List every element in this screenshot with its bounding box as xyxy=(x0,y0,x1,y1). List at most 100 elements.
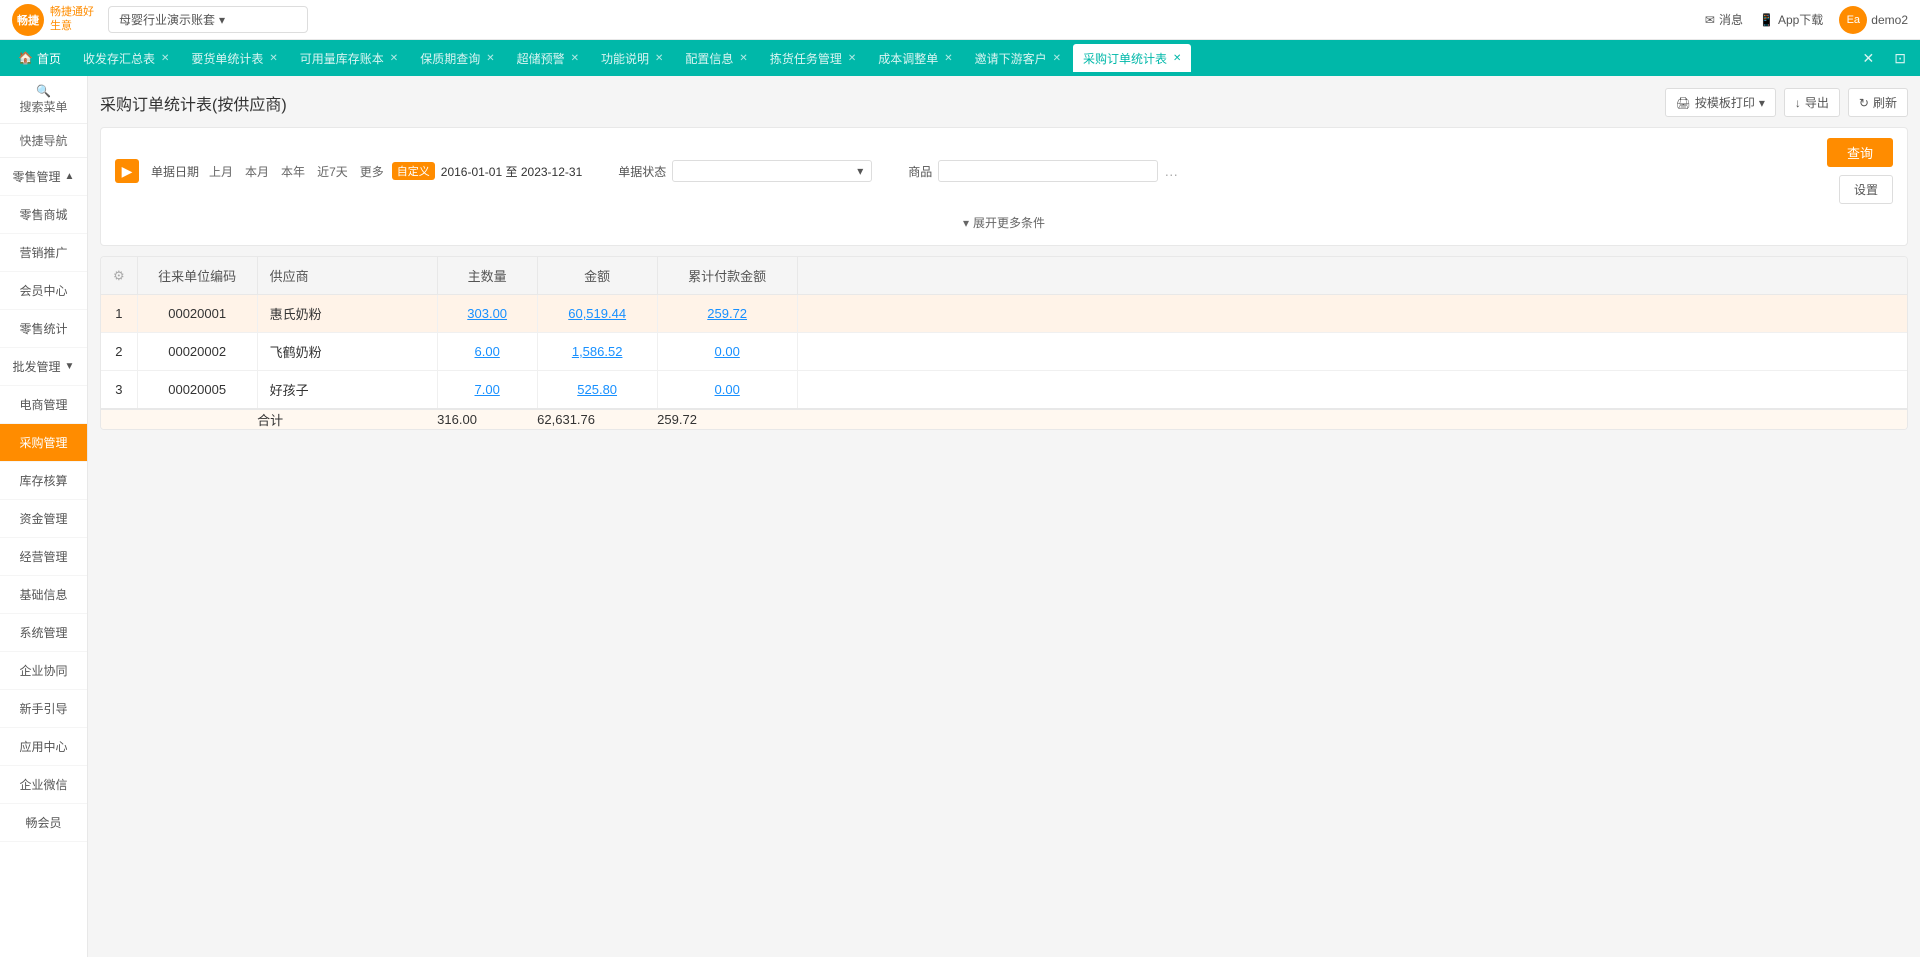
tab-close-function[interactable]: ✕ xyxy=(655,53,663,64)
filter-status-label: 单据状态 xyxy=(618,163,666,180)
table-col-amount: 金额 xyxy=(537,257,657,295)
tab-close-validity[interactable]: ✕ xyxy=(486,53,494,64)
refresh-button[interactable]: ↻ 刷新 xyxy=(1848,88,1908,117)
row-amount: 525.80 xyxy=(537,371,657,410)
tab-cost[interactable]: 成本调整单 ✕ xyxy=(868,44,962,72)
row-num: 2 xyxy=(101,333,137,371)
row-qty: 7.00 xyxy=(437,371,537,410)
table-container: ⚙ 往来单位编码 供应商 主数量 金额 累计付款金额 1 00020001 xyxy=(100,256,1908,430)
filter-goods-item: 商品 … xyxy=(908,160,1178,182)
settings-button[interactable]: 设置 xyxy=(1839,175,1893,204)
row-supplier: 好孩子 xyxy=(257,371,437,410)
export-button[interactable]: ↓ 导出 xyxy=(1784,88,1840,117)
row-num: 1 xyxy=(101,295,137,333)
filter-goods-input[interactable] xyxy=(938,160,1158,182)
date-shortcut-this-year[interactable]: 本年 xyxy=(277,161,309,182)
query-button[interactable]: 查询 xyxy=(1827,138,1893,167)
tab-requisition[interactable]: 要货单统计表 ✕ xyxy=(181,44,287,72)
app-download-button[interactable]: 📱 App下载 xyxy=(1759,11,1823,28)
sidebar-item-member[interactable]: 会员中心 xyxy=(0,272,87,310)
search-icon: 🔍 xyxy=(36,84,51,98)
tab-overstock[interactable]: 超储预警 ✕ xyxy=(507,44,589,72)
tab-collection[interactable]: 收发存汇总表 ✕ xyxy=(73,44,179,72)
table-row[interactable]: 1 00020001 惠氏奶粉 303.00 60,519.44 259.72 xyxy=(101,295,1907,333)
tab-picking[interactable]: 拣货任务管理 ✕ xyxy=(760,44,866,72)
workspace-chevron-icon: ▾ xyxy=(219,13,225,27)
table-header-row: ⚙ 往来单位编码 供应商 主数量 金额 累计付款金额 xyxy=(101,257,1907,295)
tab-purchase-stat[interactable]: 采购订单统计表 ✕ xyxy=(1073,44,1191,72)
user-menu[interactable]: Ea demo2 xyxy=(1839,6,1908,34)
sidebar-search[interactable]: 🔍 搜索菜单 xyxy=(0,76,87,124)
filter-status-item: 单据状态 ▾ xyxy=(618,160,872,182)
tab-validity[interactable]: 保质期查询 ✕ xyxy=(410,44,504,72)
sidebar-item-label-retail-stat: 零售统计 xyxy=(19,322,67,336)
sidebar-item-inventory[interactable]: 库存核算 xyxy=(0,462,87,500)
date-custom-badge[interactable]: 自定义 xyxy=(392,162,435,180)
row-paid: 0.00 xyxy=(657,371,797,410)
date-shortcut-7days[interactable]: 近7天 xyxy=(313,161,352,182)
sidebar-item-wholesale[interactable]: 批发管理 ▼ xyxy=(0,348,87,386)
tab-close-requisition[interactable]: ✕ xyxy=(269,53,277,64)
tab-available[interactable]: 可用量库存账本 ✕ xyxy=(290,44,408,72)
date-shortcut-this-month[interactable]: 本月 xyxy=(241,161,273,182)
table-col-settings: ⚙ xyxy=(101,257,137,295)
sidebar-item-appstore[interactable]: 应用中心 xyxy=(0,728,87,766)
sidebar-item-label-marketing: 营销推广 xyxy=(19,246,67,260)
table-footer-row: 合计 316.00 62,631.76 259.72 xyxy=(101,409,1907,429)
sidebar-item-wechat[interactable]: 企业微信 xyxy=(0,766,87,804)
sidebar-quick-nav[interactable]: 快捷导航 xyxy=(0,124,87,158)
sidebar-item-label-system: 系统管理 xyxy=(19,626,67,640)
template-print-button[interactable]: 🖨 按模板打印 ▾ xyxy=(1665,88,1776,117)
date-shortcut-last-month[interactable]: 上月 xyxy=(205,161,237,182)
filter-status-select[interactable]: ▾ xyxy=(672,160,872,182)
expand-more-button[interactable]: ▾ 展开更多条件 xyxy=(963,214,1045,231)
sidebar-item-purchase[interactable]: 采购管理 xyxy=(0,424,87,462)
footer-qty: 316.00 xyxy=(437,409,537,429)
sidebar-item-system[interactable]: 系统管理 xyxy=(0,614,87,652)
nav-expand-button[interactable]: ⊡ xyxy=(1888,48,1912,69)
tab-close-cost[interactable]: ✕ xyxy=(944,53,952,64)
download-icon: 📱 xyxy=(1759,13,1774,27)
sidebar-item-basic[interactable]: 基础信息 xyxy=(0,576,87,614)
sidebar-item-retail-stat[interactable]: 零售统计 xyxy=(0,310,87,348)
tab-config[interactable]: 配置信息 ✕ xyxy=(675,44,757,72)
sidebar-item-newbie[interactable]: 新手引导 xyxy=(0,690,87,728)
tab-close-collection[interactable]: ✕ xyxy=(161,53,169,64)
workspace-selector[interactable]: 母婴行业演示账套 ▾ xyxy=(108,6,308,33)
tab-close-invite[interactable]: ✕ xyxy=(1053,53,1061,64)
tab-close-picking[interactable]: ✕ xyxy=(848,53,856,64)
sidebar-item-marketing[interactable]: 营销推广 xyxy=(0,234,87,272)
tab-close-available[interactable]: ✕ xyxy=(390,53,398,64)
date-shortcut-more[interactable]: 更多 xyxy=(356,161,388,182)
row-amount: 60,519.44 xyxy=(537,295,657,333)
date-range-display: 2016-01-01 至 2023-12-31 xyxy=(441,163,582,180)
footer-amount: 62,631.76 xyxy=(537,409,657,429)
table-row[interactable]: 2 00020002 飞鹤奶粉 6.00 1,586.52 0.00 xyxy=(101,333,1907,371)
row-qty: 6.00 xyxy=(437,333,537,371)
tab-close-config[interactable]: ✕ xyxy=(739,53,747,64)
gear-icon[interactable]: ⚙ xyxy=(113,268,125,283)
sidebar-item-retail-shop[interactable]: 零售商城 xyxy=(0,196,87,234)
page-title: 采购订单统计表(按供应商) xyxy=(100,91,287,115)
sidebar-item-enterprise[interactable]: 企业协同 xyxy=(0,652,87,690)
filter-more-dots[interactable]: … xyxy=(1164,163,1178,179)
tab-home[interactable]: 🏠 首页 xyxy=(8,44,71,72)
row-paid: 0.00 xyxy=(657,333,797,371)
tab-close-purchase-stat[interactable]: ✕ xyxy=(1173,53,1181,64)
sidebar-item-finance[interactable]: 资金管理 xyxy=(0,500,87,538)
sidebar-item-retail[interactable]: 零售管理 ▲ xyxy=(0,158,87,196)
sidebar-item-ecommerce[interactable]: 电商管理 xyxy=(0,386,87,424)
nav-close-button[interactable]: ✕ xyxy=(1857,48,1881,69)
sidebar-item-operation[interactable]: 经营管理 xyxy=(0,538,87,576)
message-icon: ✉ xyxy=(1705,13,1715,27)
row-supplier: 飞鹤奶粉 xyxy=(257,333,437,371)
tab-function[interactable]: 功能说明 ✕ xyxy=(591,44,673,72)
tab-close-overstock[interactable]: ✕ xyxy=(571,53,579,64)
footer-paid: 259.72 xyxy=(657,409,797,429)
tab-invite[interactable]: 邀请下游客户 ✕ xyxy=(965,44,1071,72)
table-row[interactable]: 3 00020005 好孩子 7.00 525.80 0.00 xyxy=(101,371,1907,410)
filter-toggle-button[interactable]: ▶ xyxy=(115,159,139,183)
message-button[interactable]: ✉ 消息 xyxy=(1705,11,1743,28)
logo-icon: 畅捷 xyxy=(12,4,44,36)
sidebar-item-member2[interactable]: 畅会员 xyxy=(0,804,87,842)
